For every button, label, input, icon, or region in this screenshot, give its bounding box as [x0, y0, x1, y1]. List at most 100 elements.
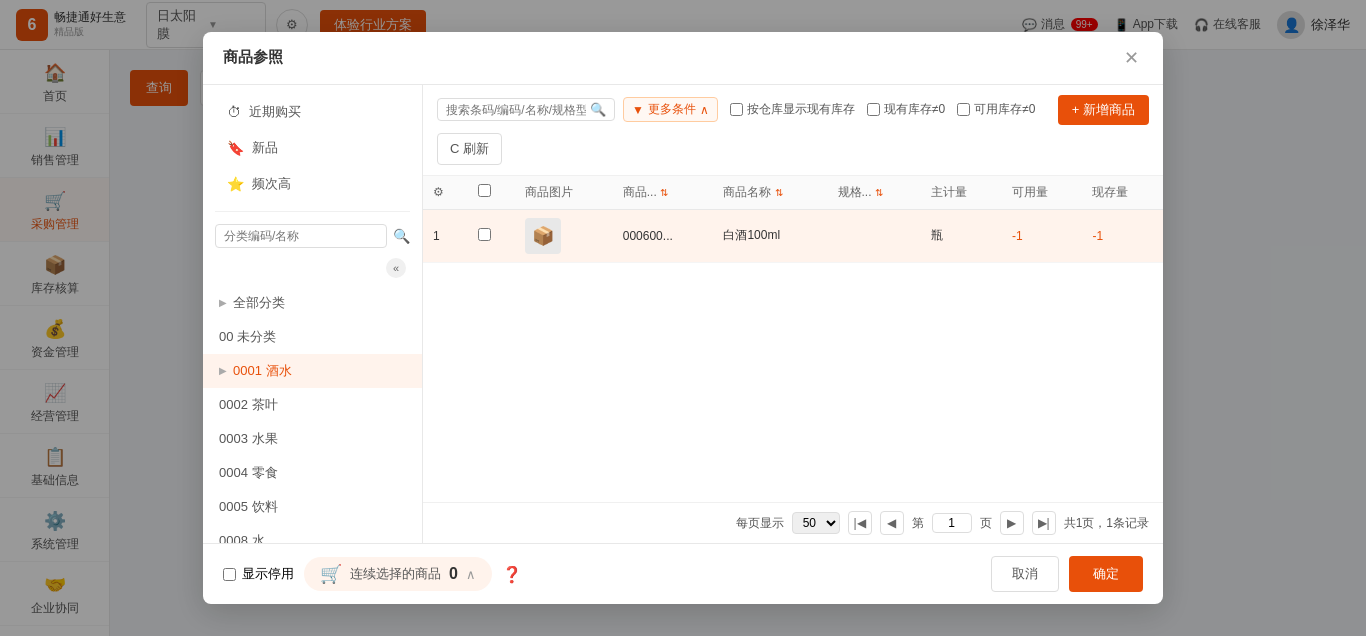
- modal-header: 商品参照 ✕: [203, 32, 1163, 85]
- col-spec-label: 规格...: [838, 185, 872, 199]
- nonzero-stock-checkbox[interactable]: [867, 103, 880, 116]
- col-name[interactable]: 商品名称 ⇅: [713, 176, 827, 210]
- add-product-button[interactable]: + 新增商品: [1058, 95, 1149, 125]
- cat-label-uncategorized: 00 未分类: [219, 328, 276, 346]
- tab-recent-label: 近期购买: [249, 103, 301, 121]
- product-search-input[interactable]: [446, 103, 586, 117]
- cell-image: 📦: [515, 209, 613, 262]
- first-page-button[interactable]: |◀: [848, 511, 872, 535]
- modal-title: 商品参照: [223, 48, 1119, 67]
- col-image: 商品图片: [515, 176, 613, 210]
- cart-collapse-icon[interactable]: ∧: [466, 567, 476, 582]
- page-number-input[interactable]: [932, 513, 972, 533]
- category-search-row: 🔍: [203, 218, 422, 254]
- cart-summary: 🛒 连续选择的商品 0 ∧: [304, 557, 492, 591]
- product-table-area: ⚙ 商品图片 商品... ⇅ 商品名称 ⇅: [423, 176, 1163, 502]
- last-page-button[interactable]: ▶|: [1032, 511, 1056, 535]
- check-warehouse-stock[interactable]: 按仓库显示现有库存: [730, 101, 855, 118]
- cat-label-fruit: 0003 水果: [219, 430, 278, 448]
- modal-overlay: 商品参照 ✕ ⏱ 近期购买 🔖 新品 ⭐ 频次高: [0, 0, 1366, 636]
- cat-item-beverage[interactable]: 0005 饮料: [203, 490, 422, 524]
- cat-item-snack[interactable]: 0004 零食: [203, 456, 422, 490]
- tab-frequent[interactable]: ⭐ 频次高: [215, 167, 410, 201]
- cat-item-water[interactable]: 0008 水: [203, 524, 422, 543]
- cart-icon: 🛒: [320, 563, 342, 585]
- select-all-checkbox[interactable]: [478, 184, 491, 197]
- cat-item-uncategorized[interactable]: 00 未分类: [203, 320, 422, 354]
- filter-label: 更多条件: [648, 101, 696, 118]
- divider: [215, 211, 410, 212]
- col-code[interactable]: 商品... ⇅: [613, 176, 714, 210]
- check-warehouse-label: 按仓库显示现有库存: [747, 101, 855, 118]
- cancel-button[interactable]: 取消: [991, 556, 1059, 592]
- cat-item-all[interactable]: ▶ 全部分类: [203, 286, 422, 320]
- cell-spec: [828, 209, 922, 262]
- panel-collapse-button[interactable]: «: [386, 258, 406, 278]
- col-stock: 现存量: [1082, 176, 1163, 210]
- confirm-button[interactable]: 确定: [1069, 556, 1143, 592]
- total-pages: 共1页，1条记录: [1064, 515, 1149, 532]
- per-page-select[interactable]: 50: [792, 512, 840, 534]
- col-spec[interactable]: 规格... ⇅: [828, 176, 922, 210]
- tab-new-label: 新品: [252, 139, 278, 157]
- cell-code: 000600...: [613, 209, 714, 262]
- row-checkbox[interactable]: [478, 228, 491, 241]
- product-img-icon: 📦: [532, 225, 554, 247]
- col-settings[interactable]: ⚙: [423, 176, 468, 210]
- show-disabled-checkbox-label[interactable]: 显示停用: [223, 565, 294, 583]
- cat-item-tea[interactable]: 0002 茶叶: [203, 388, 422, 422]
- cart-count: 0: [449, 565, 458, 583]
- pagination: 每页显示 50 |◀ ◀ 第 页 ▶ ▶| 共1页，1条记录: [423, 502, 1163, 543]
- footer-actions: 取消 确定: [991, 556, 1143, 592]
- cell-available: -1: [1002, 209, 1083, 262]
- category-search-input[interactable]: [215, 224, 387, 248]
- available-stock-checkbox[interactable]: [957, 103, 970, 116]
- search-icon: 🔍: [590, 102, 606, 117]
- category-list: ▶ 全部分类 00 未分类 ▶ 0001 酒水 0002 茶叶 0003 水果: [203, 282, 422, 543]
- page-prefix: 第: [912, 515, 924, 532]
- filter-icon: ▼: [632, 103, 644, 117]
- help-icon[interactable]: ❓: [502, 565, 522, 584]
- product-table: ⚙ 商品图片 商品... ⇅ 商品名称 ⇅: [423, 176, 1163, 263]
- col-available: 可用量: [1002, 176, 1083, 210]
- right-panel: 🔍 ▼ 更多条件 ∧ 按仓库显示现有库存 现: [423, 85, 1163, 543]
- filter-checkboxes: 按仓库显示现有库存 现有库存≠0 可用库存≠0: [730, 101, 1036, 118]
- show-disabled-checkbox[interactable]: [223, 568, 236, 581]
- prev-page-button[interactable]: ◀: [880, 511, 904, 535]
- category-search-button[interactable]: 🔍: [393, 228, 410, 244]
- table-row[interactable]: 1 📦 000600... 白酒100ml 瓶: [423, 209, 1163, 262]
- toolbar: 🔍 ▼ 更多条件 ∧ 按仓库显示现有库存 现: [423, 85, 1163, 176]
- cat-item-liquor[interactable]: ▶ 0001 酒水: [203, 354, 422, 388]
- check-nonzero-label: 现有库存≠0: [884, 101, 945, 118]
- cat-label-water: 0008 水: [219, 532, 265, 543]
- check-available-stock[interactable]: 可用库存≠0: [957, 101, 1035, 118]
- new-icon: 🔖: [227, 140, 244, 156]
- cat-label-all: 全部分类: [233, 294, 285, 312]
- col-unit: 主计量: [921, 176, 1002, 210]
- cell-checkbox[interactable]: [468, 209, 515, 262]
- cat-label-snack: 0004 零食: [219, 464, 278, 482]
- tab-recent-purchase[interactable]: ⏱ 近期购买: [215, 95, 410, 129]
- col-name-label: 商品名称: [723, 185, 771, 199]
- tab-frequent-label: 频次高: [252, 175, 291, 193]
- more-filters-button[interactable]: ▼ 更多条件 ∧: [623, 97, 718, 122]
- cat-label-liquor: 0001 酒水: [233, 362, 292, 380]
- cat-label-beverage: 0005 饮料: [219, 498, 278, 516]
- tab-new-products[interactable]: 🔖 新品: [215, 131, 410, 165]
- cell-unit: 瓶: [921, 209, 1002, 262]
- quick-tabs: ⏱ 近期购买 🔖 新品 ⭐ 频次高: [203, 85, 422, 205]
- arrow-icon: ▶: [219, 297, 227, 308]
- clock-icon: ⏱: [227, 104, 241, 120]
- next-page-button[interactable]: ▶: [1000, 511, 1024, 535]
- warehouse-stock-checkbox[interactable]: [730, 103, 743, 116]
- product-search-box: 🔍: [437, 98, 615, 121]
- check-nonzero-stock[interactable]: 现有库存≠0: [867, 101, 945, 118]
- close-icon[interactable]: ✕: [1119, 46, 1143, 70]
- cat-item-fruit[interactable]: 0003 水果: [203, 422, 422, 456]
- cat-label-tea: 0002 茶叶: [219, 396, 278, 414]
- refresh-product-button[interactable]: C 刷新: [437, 133, 502, 165]
- per-page-label: 每页显示: [736, 515, 784, 532]
- col-code-label: 商品...: [623, 185, 657, 199]
- star-icon: ⭐: [227, 176, 244, 192]
- col-checkbox[interactable]: [468, 176, 515, 210]
